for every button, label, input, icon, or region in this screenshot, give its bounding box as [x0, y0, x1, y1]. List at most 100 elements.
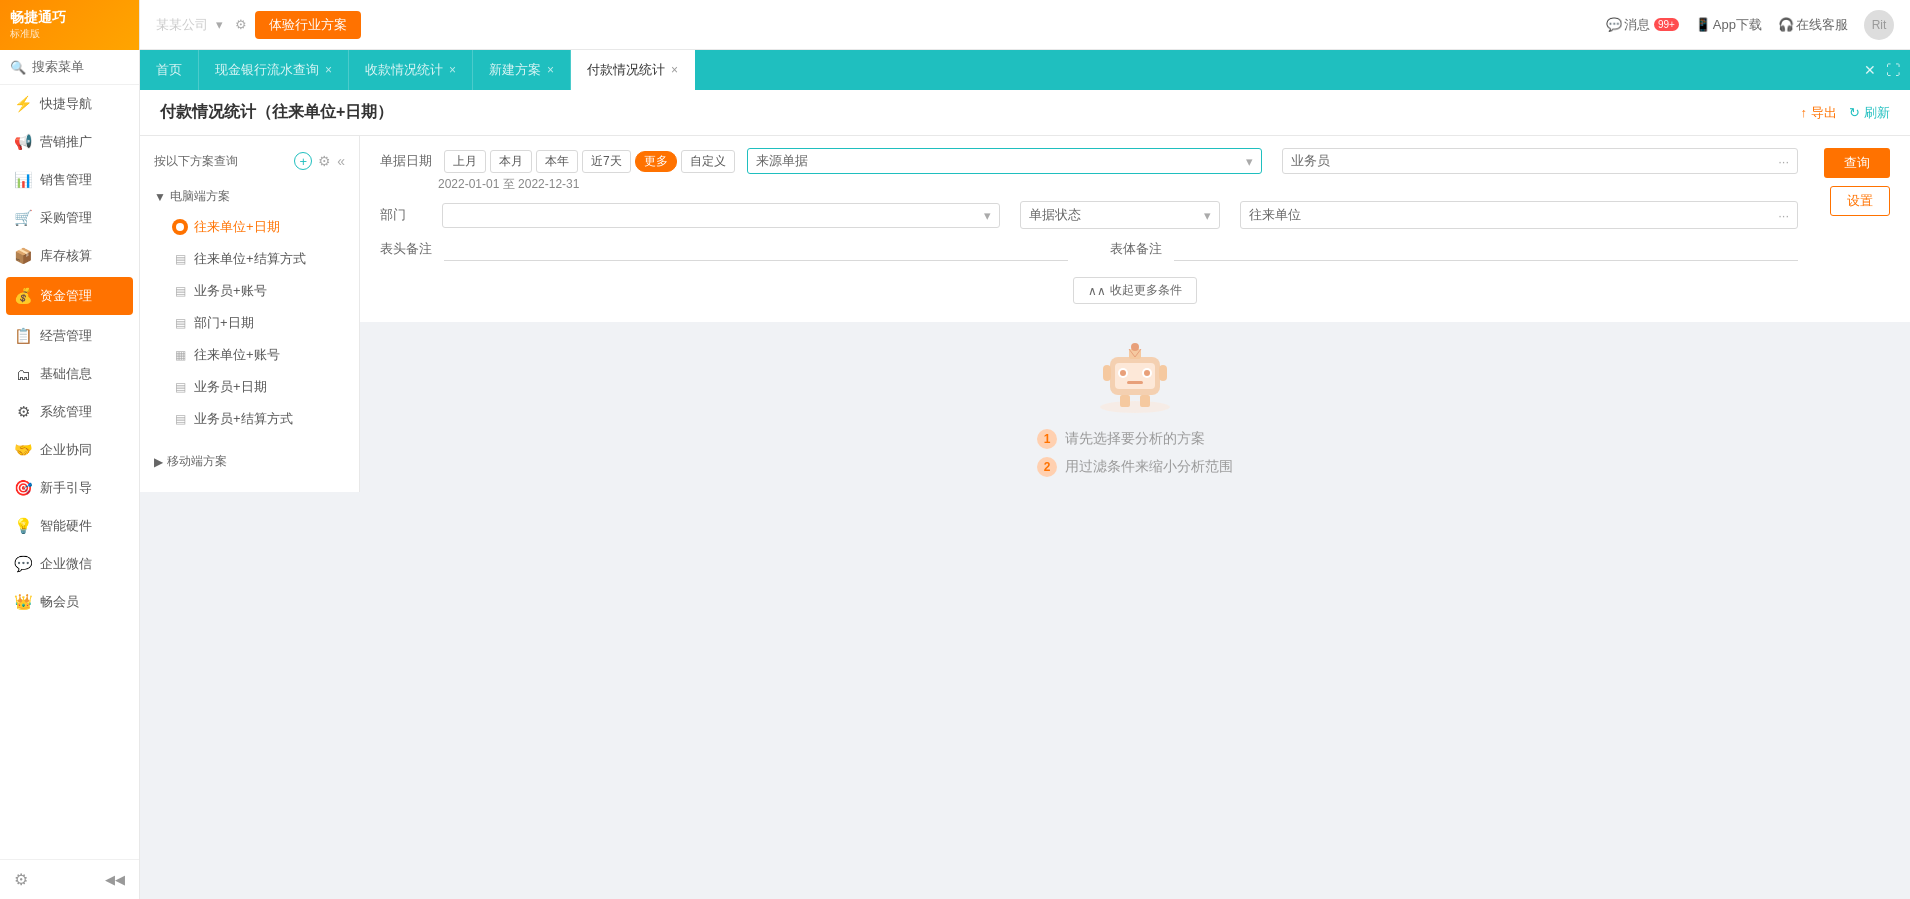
search-menu[interactable]: 🔍 搜索菜单 [0, 50, 139, 85]
doc-status-chevron: ▾ [1204, 208, 1211, 223]
dept-label: 部门 [380, 206, 430, 224]
tab-close-new-scheme[interactable]: × [547, 63, 554, 77]
left-panel-header: 按以下方案查询 + ⚙ « [140, 146, 359, 176]
scheme-item-salesman-date[interactable]: ▤业务员+日期 [140, 371, 359, 403]
scheme-label-salesman-date: 业务员+日期 [194, 378, 267, 396]
date-btn-7days[interactable]: 近7天 [582, 150, 631, 173]
collapse-panel-btn[interactable]: « [337, 153, 345, 169]
nav-icon-basic-info: 🗂 [14, 365, 32, 383]
scheme-settings-btn[interactable]: ⚙ [318, 153, 331, 169]
doc-status-label: 单据状态 [1029, 206, 1081, 224]
counterpart-select[interactable]: 往来单位 ··· [1240, 201, 1798, 229]
sidebar-item-marketing[interactable]: 📢营销推广 [0, 123, 139, 161]
export-label: 导出 [1811, 104, 1837, 122]
sidebar-item-smart-hw[interactable]: 💡智能硬件 [0, 507, 139, 545]
message-label: 消息 [1624, 16, 1650, 34]
date-label: 单据日期 [380, 152, 432, 170]
date-btn-custom[interactable]: 自定义 [681, 150, 735, 173]
svg-point-6 [1144, 370, 1150, 376]
scheme-label-dept-date: 部门+日期 [194, 314, 254, 332]
header-dropdown-icon[interactable]: ▾ [216, 17, 223, 32]
sidebar-item-basic-info[interactable]: 🗂基础信息 [0, 355, 139, 393]
tab-payment-stats[interactable]: 付款情况统计× [571, 50, 695, 90]
header-note-input[interactable] [444, 237, 1068, 261]
sidebar-footer: ⚙ ◀◀ [0, 859, 139, 899]
dept-select[interactable]: ▾ [442, 203, 1000, 228]
sidebar-item-vip[interactable]: 👑畅会员 [0, 583, 139, 621]
sidebar-item-finance[interactable]: 💰资金管理 [6, 277, 133, 315]
nav-icon-guide: 🎯 [14, 479, 32, 497]
date-btn-last-month[interactable]: 上月 [444, 150, 486, 173]
user-avatar[interactable]: Rit [1864, 10, 1894, 40]
search-icon: 🔍 [10, 60, 26, 75]
filter-settings-btn[interactable]: 设置 [1830, 186, 1890, 216]
nav-label-wechat: 企业微信 [40, 555, 92, 573]
export-btn[interactable]: ↑ 导出 [1801, 104, 1838, 122]
tab-expand[interactable]: ⛶ [1886, 62, 1900, 78]
collapse-sidebar-icon[interactable]: ◀◀ [105, 872, 125, 887]
filter-row-1-left: 单据日期 上月 本月 本年 近7天 更多 自定义 [380, 148, 1798, 261]
scheme-label-counterpart-date: 往来单位+日期 [194, 218, 280, 236]
nav-icon-finance: 💰 [14, 287, 32, 305]
svg-point-5 [1120, 370, 1126, 376]
pc-scheme-title[interactable]: ▼ 电脑端方案 [140, 182, 359, 211]
settings-icon[interactable]: ⚙ [14, 870, 28, 889]
nav-icon-vip: 👑 [14, 593, 32, 611]
message-icon: 💬 [1606, 17, 1622, 32]
tab-close-all[interactable]: ✕ [1864, 62, 1876, 78]
sidebar-item-sales[interactable]: 📊销售管理 [0, 161, 139, 199]
message-item[interactable]: 💬 消息 99+ [1606, 16, 1679, 34]
tab-bar-right: ✕ ⛶ [1854, 50, 1910, 90]
tab-home[interactable]: 首页 [140, 50, 199, 90]
tab-new-scheme[interactable]: 新建方案× [473, 50, 571, 90]
sidebar-item-inventory[interactable]: 📦库存核算 [0, 237, 139, 275]
mobile-scheme-title[interactable]: ▶ 移动端方案 [140, 447, 359, 476]
scheme-item-counterpart-date[interactable]: 往来单位+日期 [140, 211, 359, 243]
tab-bank-flow[interactable]: 现金银行流水查询× [199, 50, 349, 90]
tab-close-bank-flow[interactable]: × [325, 63, 332, 77]
nav-label-purchase: 采购管理 [40, 209, 92, 227]
left-panel-title: 按以下方案查询 [154, 153, 238, 170]
doc-status-select[interactable]: 单据状态 ▾ [1020, 201, 1220, 229]
nav-label-smart-hw: 智能硬件 [40, 517, 92, 535]
scheme-item-salesman-settlement[interactable]: ▤业务员+结算方式 [140, 403, 359, 435]
add-scheme-btn[interactable]: + [294, 152, 312, 170]
content-wrapper: 按以下方案查询 + ⚙ « ▼ 电脑端方案 往来单位+日期▤往来单位+结算方式▤… [140, 136, 1910, 492]
svg-rect-11 [1140, 395, 1150, 407]
scheme-grid-icon: ▤ [172, 283, 188, 299]
tab-close-payment-stats[interactable]: × [671, 63, 678, 77]
scheme-item-dept-date[interactable]: ▤ 部门+日期 [140, 307, 359, 339]
scheme-item-salesman-account[interactable]: ▤业务员+账号 [140, 275, 359, 307]
sidebar-item-quick-nav[interactable]: ⚡快捷导航 [0, 85, 139, 123]
date-btn-group: 上月 本月 本年 近7天 更多 自定义 [444, 150, 735, 173]
date-btn-more[interactable]: 更多 [635, 151, 677, 172]
svg-rect-7 [1127, 381, 1143, 384]
expand-pc-icon: ▼ [154, 190, 166, 204]
tab-receipt-stats[interactable]: 收款情况统计× [349, 50, 473, 90]
query-btn[interactable]: 查询 [1824, 148, 1890, 178]
salesman-select[interactable]: 业务员 ··· [1282, 148, 1798, 174]
collapse-btn[interactable]: ∧∧ 收起更多条件 [1073, 277, 1197, 304]
scheme-item-counterpart-settlement[interactable]: ▤往来单位+结算方式 [140, 243, 359, 275]
sidebar-item-system[interactable]: ⚙系统管理 [0, 393, 139, 431]
trial-btn[interactable]: 体验行业方案 [255, 11, 361, 39]
refresh-btn[interactable]: ↻ 刷新 [1849, 104, 1890, 122]
online-service[interactable]: 🎧 在线客服 [1778, 16, 1848, 34]
source-doc-select[interactable]: 来源单据 ▾ [747, 148, 1263, 174]
date-btn-this-year[interactable]: 本年 [536, 150, 578, 173]
sidebar-item-operation[interactable]: 📋经营管理 [0, 317, 139, 355]
scheme-grid-icon: ▤ [172, 315, 188, 331]
nav-icon-inventory: 📦 [14, 247, 32, 265]
scheme-item-counterpart-account[interactable]: ▦往来单位+账号 [140, 339, 359, 371]
sidebar-item-guide[interactable]: 🎯新手引导 [0, 469, 139, 507]
sidebar-item-wechat[interactable]: 💬企业微信 [0, 545, 139, 583]
date-btn-this-month[interactable]: 本月 [490, 150, 532, 173]
source-chevron: ▾ [1246, 154, 1253, 169]
nav-icon-purchase: 🛒 [14, 209, 32, 227]
app-download[interactable]: 📱 App下载 [1695, 16, 1762, 34]
sidebar-item-purchase[interactable]: 🛒 采购管理 [0, 199, 139, 237]
tab-close-receipt-stats[interactable]: × [449, 63, 456, 77]
body-note-input[interactable] [1174, 237, 1798, 261]
sidebar-item-enterprise[interactable]: 🤝企业协同 [0, 431, 139, 469]
header-settings-icon[interactable]: ⚙ [235, 17, 247, 32]
